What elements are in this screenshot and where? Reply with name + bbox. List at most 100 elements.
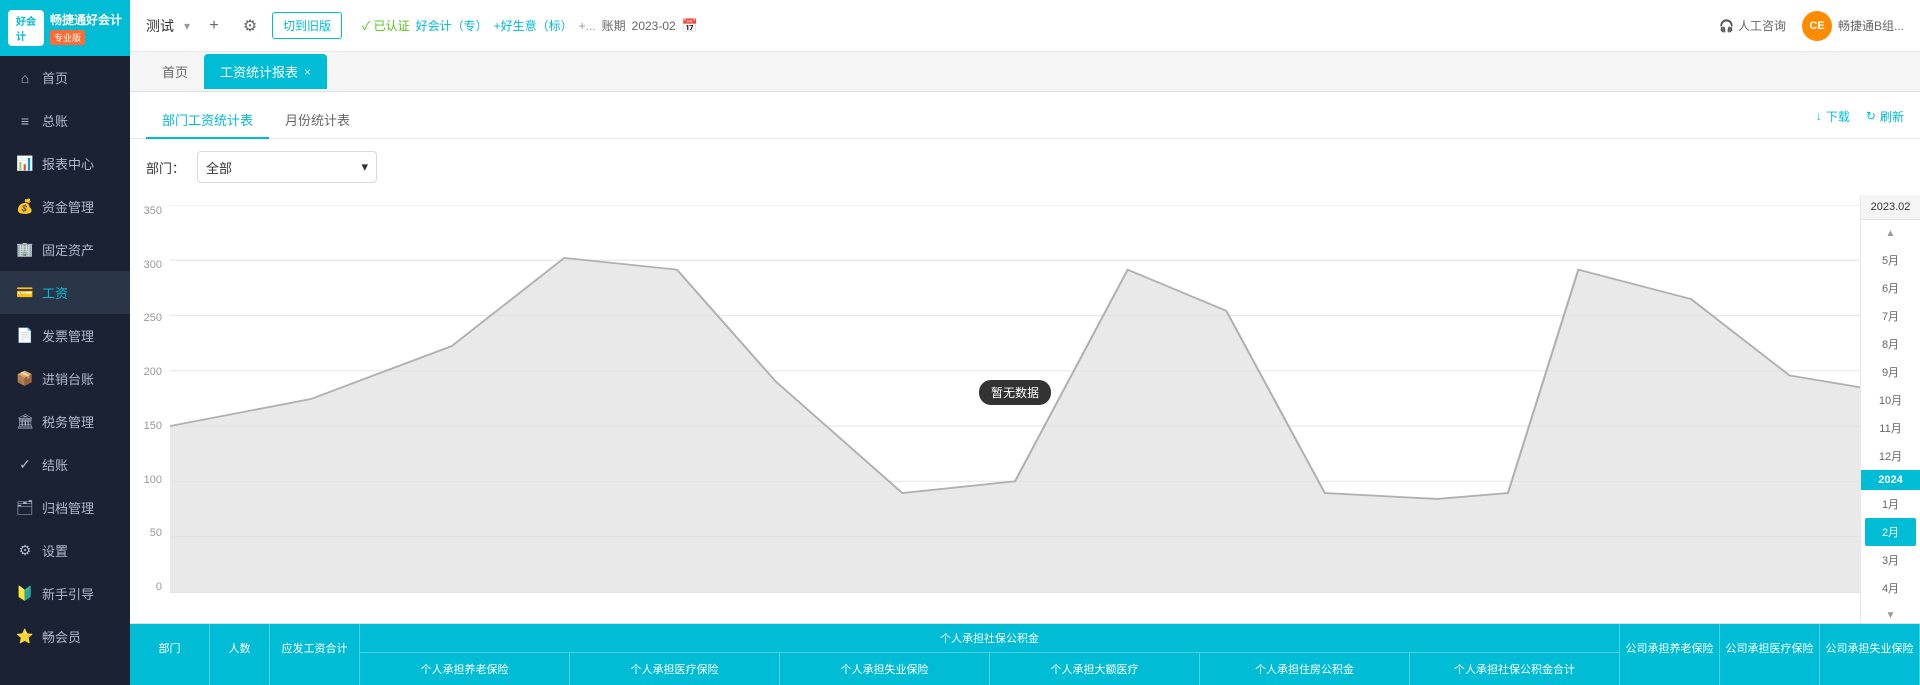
- switch-version-button[interactable]: 切到旧版: [272, 12, 342, 39]
- sidebar-label-reports: 报表中心: [42, 154, 94, 173]
- month-12[interactable]: 12月: [1861, 442, 1920, 470]
- th-company-medical-col: 公司承担医疗保险: [1720, 624, 1820, 685]
- user-area: CE 畅捷通B组...: [1802, 11, 1904, 41]
- support-button[interactable]: 🎧 人工咨询: [1719, 17, 1786, 34]
- th-personal-sub: 个人承担养老保险 个人承担医疗保险 个人承担失业保险 个人承担大额医疗 个人承担…: [360, 653, 1620, 685]
- date-panel: 2023.02 ▲ 5月 6月 7月 8月 9月 10月 11月 12月 202…: [1860, 195, 1920, 623]
- sidebar-label-vip: 畅会员: [42, 627, 81, 646]
- month-8[interactable]: 8月: [1861, 330, 1920, 358]
- good-biz-status: +好生意（标）: [494, 17, 573, 34]
- sidebar: 好会计 畅捷通好会计 专业版 ⌂ 首页 ≡ 总账 📊 报表中心 💰 资金管理 🏢…: [0, 0, 130, 685]
- sidebar-item-vip[interactable]: ⭐ 畅会员: [0, 615, 130, 658]
- sidebar-nav: ⌂ 首页 ≡ 总账 📊 报表中心 💰 资金管理 🏢 固定资产 💳 工资 📄 发票…: [0, 56, 130, 685]
- ledger-icon: ≡: [16, 112, 34, 130]
- month-1[interactable]: 1月: [1861, 490, 1920, 518]
- sidebar-item-settings[interactable]: ⚙ 设置: [0, 529, 130, 572]
- topbar-title: 测试: [146, 16, 174, 36]
- good-account-status: 好会计（专）: [416, 17, 488, 34]
- topbar: 测试 ▾ + ⚙ 切到旧版 ✓ 已认证 好会计（专） +好生意（标） +... …: [130, 0, 1920, 52]
- tax-icon: 🏛: [16, 413, 34, 431]
- th-total-salary-col: 应发工资合计: [270, 624, 360, 685]
- logo-icon: 好会计: [8, 10, 44, 46]
- topbar-status: ✓ 已认证 好会计（专） +好生意（标） +... 账期 2023-02 📅: [362, 17, 698, 34]
- th-company-unemployment: 公司承担失业保险: [1820, 624, 1920, 685]
- month-7[interactable]: 7月: [1861, 302, 1920, 330]
- nav-up-icon[interactable]: ▲: [1882, 224, 1900, 242]
- calendar-icon[interactable]: 📅: [682, 18, 698, 34]
- tab-home[interactable]: 首页: [146, 54, 204, 89]
- month-4[interactable]: 4月: [1861, 574, 1920, 602]
- sidebar-label-home: 首页: [42, 68, 68, 87]
- app-logo: 好会计 畅捷通好会计 专业版: [0, 0, 130, 56]
- sidebar-item-invoice[interactable]: 📄 发票管理: [0, 314, 130, 357]
- sidebar-label-settings: 设置: [42, 541, 68, 560]
- trade-icon: 📦: [16, 370, 34, 388]
- dept-filter-select[interactable]: 全部 ▾: [197, 151, 377, 183]
- sidebar-item-tax[interactable]: 🏛 税务管理: [0, 400, 130, 443]
- th-headcount: 人数: [210, 624, 270, 685]
- th-personal-housing-fund: 个人承担住房公积金: [1200, 653, 1410, 685]
- subtab-monthly[interactable]: 月份统计表: [269, 102, 366, 139]
- sidebar-item-reports[interactable]: 📊 报表中心: [0, 142, 130, 185]
- th-company-old-age: 公司承担养老保险: [1620, 624, 1720, 685]
- tab-close-icon[interactable]: ×: [304, 65, 311, 79]
- th-personal-group: 个人承担社保公积金 个人承担养老保险 个人承担医疗保险 个人承担失业保险 个人承…: [360, 624, 1620, 685]
- sidebar-item-archive[interactable]: 🗂 归档管理: [0, 486, 130, 529]
- nav-down-icon[interactable]: ▼: [1882, 606, 1900, 623]
- sidebar-item-settle[interactable]: ✓ 结账: [0, 443, 130, 486]
- settings-gear-button[interactable]: ⚙: [236, 12, 264, 40]
- user-name: 畅捷通B组...: [1838, 17, 1904, 34]
- sidebar-item-funds[interactable]: 💰 资金管理: [0, 185, 130, 228]
- th-personal-group-header: 个人承担社保公积金: [360, 624, 1620, 653]
- assets-icon: 🏢: [16, 241, 34, 259]
- sidebar-item-payroll[interactable]: 💳 工资: [0, 271, 130, 314]
- month-2-active[interactable]: 2月: [1865, 518, 1916, 546]
- th-total-salary: 应发工资合计: [270, 624, 360, 685]
- sidebar-item-trade[interactable]: 📦 进销台账: [0, 357, 130, 400]
- th-personal-total: 个人承担社保公积金合计: [1410, 653, 1620, 685]
- nav-down[interactable]: ▼: [1861, 602, 1920, 623]
- main-area: 测试 ▾ + ⚙ 切到旧版 ✓ 已认证 好会计（专） +好生意（标） +... …: [130, 0, 1920, 685]
- sidebar-item-ledger[interactable]: ≡ 总账: [0, 99, 130, 142]
- certified-status: ✓ 已认证: [362, 17, 410, 34]
- month-10[interactable]: 10月: [1861, 386, 1920, 414]
- th-personal-serious-illness: 个人承担大额医疗: [990, 653, 1200, 685]
- logo-text: 畅捷通好会计 专业版: [50, 11, 122, 45]
- month-3[interactable]: 3月: [1861, 546, 1920, 574]
- avatar: CE: [1802, 11, 1832, 41]
- sidebar-item-home[interactable]: ⌂ 首页: [0, 56, 130, 99]
- th-company-unemployment-col: 公司承担失业保险: [1820, 624, 1920, 685]
- sidebar-item-guide[interactable]: 🔰 新手引导: [0, 572, 130, 615]
- month-9[interactable]: 9月: [1861, 358, 1920, 386]
- sidebar-item-assets[interactable]: 🏢 固定资产: [0, 228, 130, 271]
- sidebar-label-assets: 固定资产: [42, 240, 94, 259]
- th-personal-old-age: 个人承担养老保险: [360, 653, 570, 685]
- sidebar-label-payroll: 工资: [42, 283, 68, 302]
- archive-icon: 🗂: [16, 499, 34, 517]
- settings-icon: ⚙: [16, 542, 34, 560]
- refresh-button[interactable]: ↻ 刷新: [1866, 108, 1904, 125]
- funds-icon: 💰: [16, 198, 34, 216]
- chart-area: 暂无数据: [170, 205, 1860, 593]
- sidebar-label-trade: 进销台账: [42, 369, 94, 388]
- tab-payroll-report[interactable]: 工资统计报表 ×: [204, 54, 327, 89]
- subtab-actions: ↓ 下载 ↻ 刷新: [1816, 108, 1904, 133]
- month-6[interactable]: 6月: [1861, 274, 1920, 302]
- year-header: 2023.02: [1861, 195, 1920, 220]
- headset-icon: 🎧: [1719, 19, 1734, 33]
- settle-icon: ✓: [16, 456, 34, 474]
- add-button[interactable]: +: [200, 12, 228, 40]
- nav-up[interactable]: ▲: [1861, 220, 1920, 246]
- month-11[interactable]: 11月: [1861, 414, 1920, 442]
- topbar-dropdown-icon[interactable]: ▾: [184, 19, 190, 33]
- topbar-actions: + ⚙ 切到旧版: [200, 12, 342, 40]
- tabbar: 首页 工资统计报表 ×: [130, 52, 1920, 92]
- sidebar-label-tax: 税务管理: [42, 412, 94, 431]
- chart-wrapper: 350 300 250 200 150 100 50 0: [130, 195, 1860, 623]
- download-button[interactable]: ↓ 下载: [1816, 108, 1850, 125]
- subtab-dept[interactable]: 部门工资统计表: [146, 102, 269, 139]
- sidebar-label-invoice: 发票管理: [42, 326, 94, 345]
- month-5[interactable]: 5月: [1861, 246, 1920, 274]
- year-2024: 2024: [1861, 470, 1920, 490]
- chart-fill: [170, 258, 1860, 593]
